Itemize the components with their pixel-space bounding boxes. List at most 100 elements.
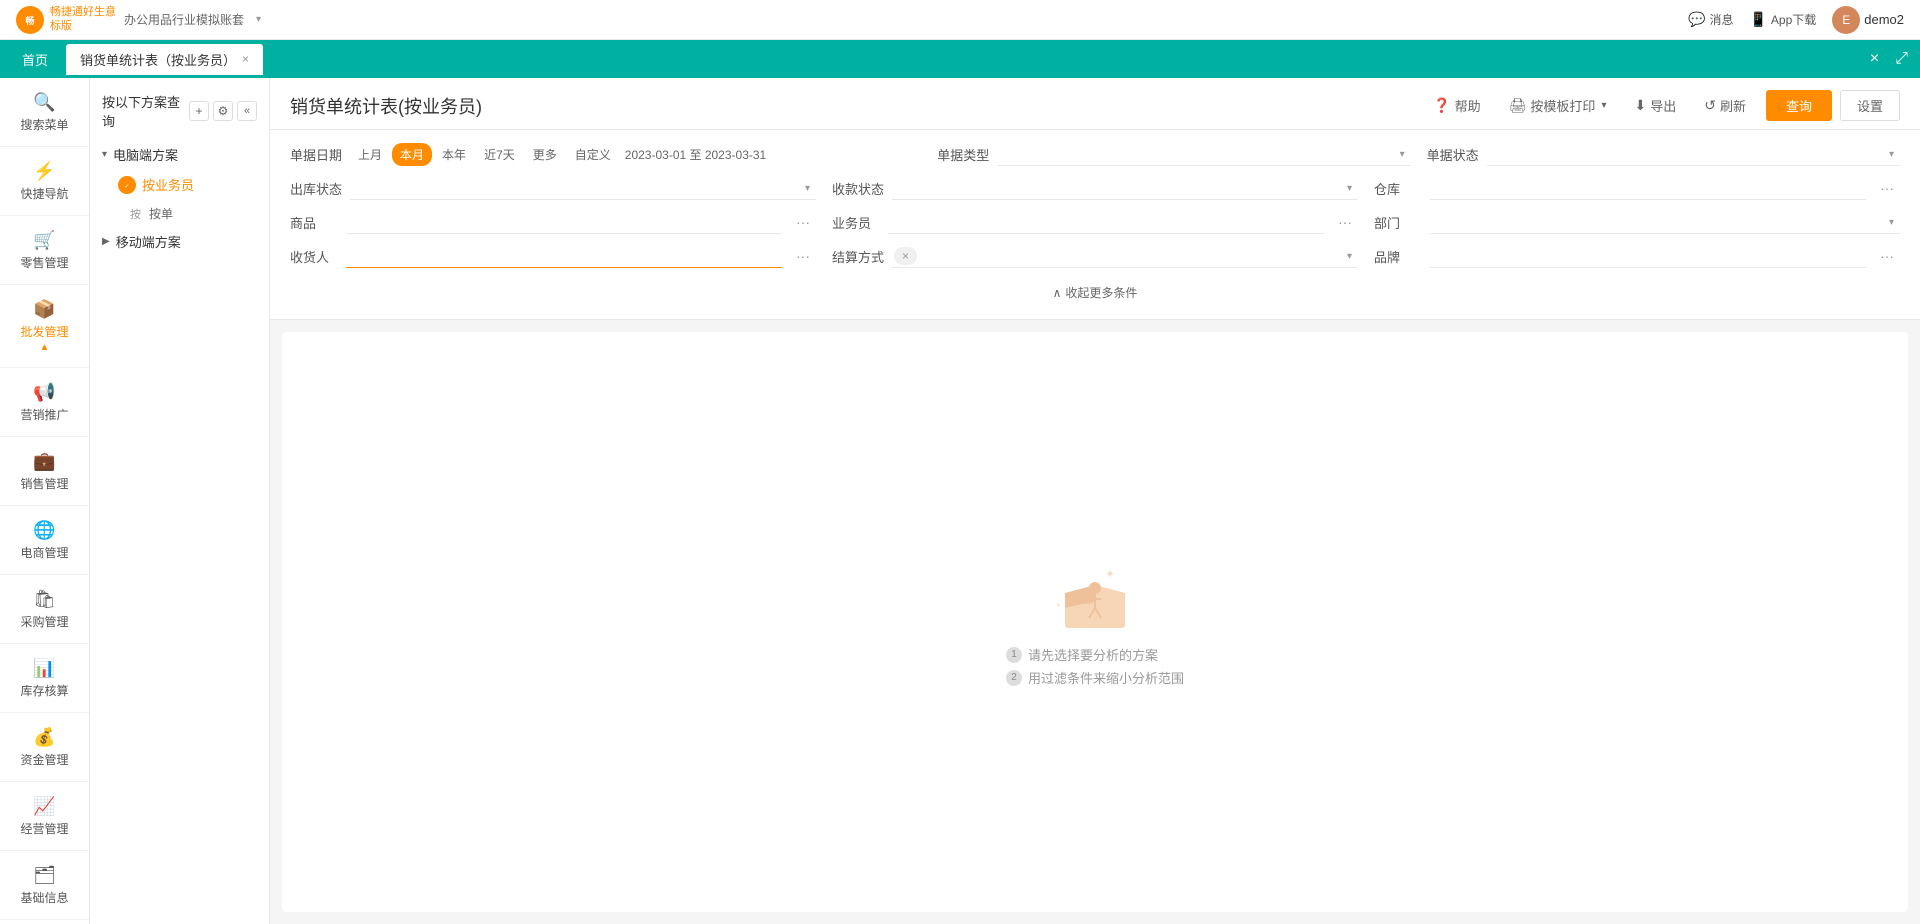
export-button[interactable]: ⬇ 导出 [1626,92,1684,119]
message-button[interactable]: 💬 消息 [1688,11,1733,28]
mobile-group-header[interactable]: ▶ 移动端方案 [90,227,269,256]
collapse-more-icon: ∧ [1053,286,1062,300]
recipient-input[interactable] [346,244,782,268]
mobile-group-label: 移动端方案 [116,232,181,251]
scheme-label-salesperson: 按业务员 [142,175,194,194]
date-label: 单据日期 [290,145,342,164]
warehouse-dots-icon[interactable]: ··· [1874,178,1900,198]
goods-input[interactable] [346,210,782,234]
filter-row-4: 收货人 ··· 结算方式 × ▾ [290,244,1900,268]
settlement-select-wrap: × ▾ [892,244,1358,268]
sales-icon: 💼 [33,449,55,474]
sidebar-item-ecommerce[interactable]: 🌐 电商管理 [0,506,89,575]
breadcrumb-dropdown-icon[interactable]: ▾ [256,14,261,25]
panel-collapse-button[interactable]: « [237,101,257,121]
payment-status-select-wrap: ▾ [892,176,1358,200]
query-button[interactable]: 查询 [1766,90,1832,121]
sidebar-item-sales[interactable]: 💼 销售管理 [0,437,89,506]
date-filter: 上月 本月 本年 近7天 更多 自定义 2023-03-01 至 2023-03… [350,143,921,166]
scheme-sub-item-by-order[interactable]: 按 按单 [90,200,269,227]
settlement-label: 结算方式 [832,247,884,266]
tab-minimize-icon[interactable]: × [1866,48,1883,70]
warehouse-input[interactable] [1430,176,1866,200]
sidebar-item-marketing[interactable]: 📢 营销推广 [0,368,89,437]
operations-icon: 📈 [33,794,55,819]
empty-icon: ✦ ✦ [1045,553,1145,633]
recipient-dots-icon[interactable]: ··· [790,246,816,266]
sidebar-item-retail[interactable]: 🛒 零售管理 [0,216,89,285]
date-tab-custom[interactable]: 自定义 [567,143,619,166]
help-icon: ❓ [1433,97,1450,114]
salesperson-input[interactable] [888,210,1324,234]
desktop-scheme-group: ▾ 电脑端方案 ✓ 按业务员 按 按单 ▶ 移动端方案 [90,140,269,256]
filter-out-status: 出库状态 ▾ [290,176,816,200]
logo-area[interactable]: 畅 畅捷通好生意 标版 [16,6,116,34]
sidebar: 🔍 搜索菜单 ⚡ 快捷导航 🛒 零售管理 📦 批发管理 ▲ 📢 营销推广 💼 销… [0,78,90,924]
settlement-tag-clear-icon[interactable]: × [902,249,909,263]
refresh-button[interactable]: ↺ 刷新 [1696,92,1754,119]
desktop-group-header[interactable]: ▾ 电脑端方案 [90,140,269,169]
filter-settlement: 结算方式 × ▾ [832,244,1358,268]
collapse-more-button[interactable]: ∧ 收起更多条件 [290,278,1900,307]
tab-close-icon[interactable]: × [242,53,249,65]
panel-header-label: 按以下方案查询 [102,92,183,130]
doc-status-input[interactable] [1487,142,1900,166]
breadcrumb: 办公用品行业模拟账套 [124,11,244,28]
panel-settings-button[interactable]: ⚙ [213,101,233,121]
out-status-input[interactable] [350,176,816,200]
left-panel: 按以下方案查询 + ⚙ « ▾ 电脑端方案 ✓ 按业务员 [90,78,270,924]
doc-type-input[interactable] [997,142,1410,166]
user-name: demo2 [1864,12,1904,27]
sidebar-item-quick-nav[interactable]: ⚡ 快捷导航 [0,147,89,216]
scheme-item-by-salesperson[interactable]: ✓ 按业务员 [90,169,269,200]
tab-maximize-icon[interactable]: ⤢ [1891,48,1912,70]
page-title: 销货单统计表(按业务员) [290,93,482,119]
sidebar-item-search-menu[interactable]: 🔍 搜索菜单 [0,78,89,147]
department-input[interactable] [1430,210,1900,234]
date-tab-this-year[interactable]: 本年 [434,143,474,166]
brand-input[interactable] [1430,244,1866,268]
settlement-tag: × [894,247,917,265]
tab-current[interactable]: 销货单统计表（按业务员） × [66,44,263,75]
tab-bar-actions: × ⤢ [1866,48,1912,70]
sidebar-item-system[interactable]: ⚙ 系统管理 [0,920,89,924]
doc-status-select-wrap: ▾ [1487,142,1900,166]
svg-text:✦: ✦ [1105,567,1115,581]
print-dropdown-arrow-icon: ▾ [1601,100,1606,111]
sidebar-item-finance[interactable]: 💰 资金管理 [0,713,89,782]
user-avatar[interactable]: E demo2 [1832,6,1904,34]
department-select-wrap: ▾ [1430,210,1900,234]
print-button[interactable]: 🖨 按模板打印 ▾ [1501,92,1615,119]
date-tab-more[interactable]: 更多 [525,143,565,166]
payment-status-label: 收款状态 [832,179,884,198]
date-tab-7days[interactable]: 近7天 [476,143,523,166]
marketing-icon: 📢 [33,380,55,405]
filter-row-1: 单据日期 上月 本月 本年 近7天 更多 自定义 2023-03-01 至 20… [290,142,1900,166]
settings-button[interactable]: 设置 [1840,90,1900,121]
ecommerce-icon: 🌐 [33,518,55,543]
sidebar-item-basics[interactable]: 🗂 基础信息 [0,851,89,920]
inventory-icon: 📊 [33,656,55,681]
sidebar-item-wholesale[interactable]: 📦 批发管理 ▲ [0,285,89,368]
settlement-input[interactable] [892,244,1358,268]
sidebar-item-operations[interactable]: 📈 经营管理 [0,782,89,851]
date-tab-this-month[interactable]: 本月 [392,143,432,166]
sidebar-item-purchase[interactable]: 🛍 采购管理 [0,575,89,644]
app-download-button[interactable]: 📱 App下载 [1749,11,1816,28]
salesperson-dots-icon[interactable]: ··· [1332,212,1358,232]
tab-home[interactable]: 首页 [8,44,62,75]
brand-dots-icon[interactable]: ··· [1874,246,1900,266]
action-buttons: 查询 设置 [1766,90,1900,121]
date-tab-last-month[interactable]: 上月 [350,143,390,166]
goods-dots-icon[interactable]: ··· [790,212,816,232]
retail-icon: 🛒 [33,228,55,253]
hint-num-1: 1 [1006,647,1022,663]
filter-doc-type: 单据类型 ▾ [937,142,1410,166]
date-range[interactable]: 2023-03-01 至 2023-03-31 [625,146,766,163]
panel-add-button[interactable]: + [189,101,209,121]
page-header: 销货单统计表(按业务员) ❓ 帮助 🖨 按模板打印 ▾ ⬇ 导出 [270,78,1920,130]
payment-status-input[interactable] [892,176,1358,200]
help-button[interactable]: ❓ 帮助 [1425,92,1488,119]
sidebar-item-inventory[interactable]: 📊 库存核算 [0,644,89,713]
content-area: 按以下方案查询 + ⚙ « ▾ 电脑端方案 ✓ 按业务员 [90,78,1920,924]
